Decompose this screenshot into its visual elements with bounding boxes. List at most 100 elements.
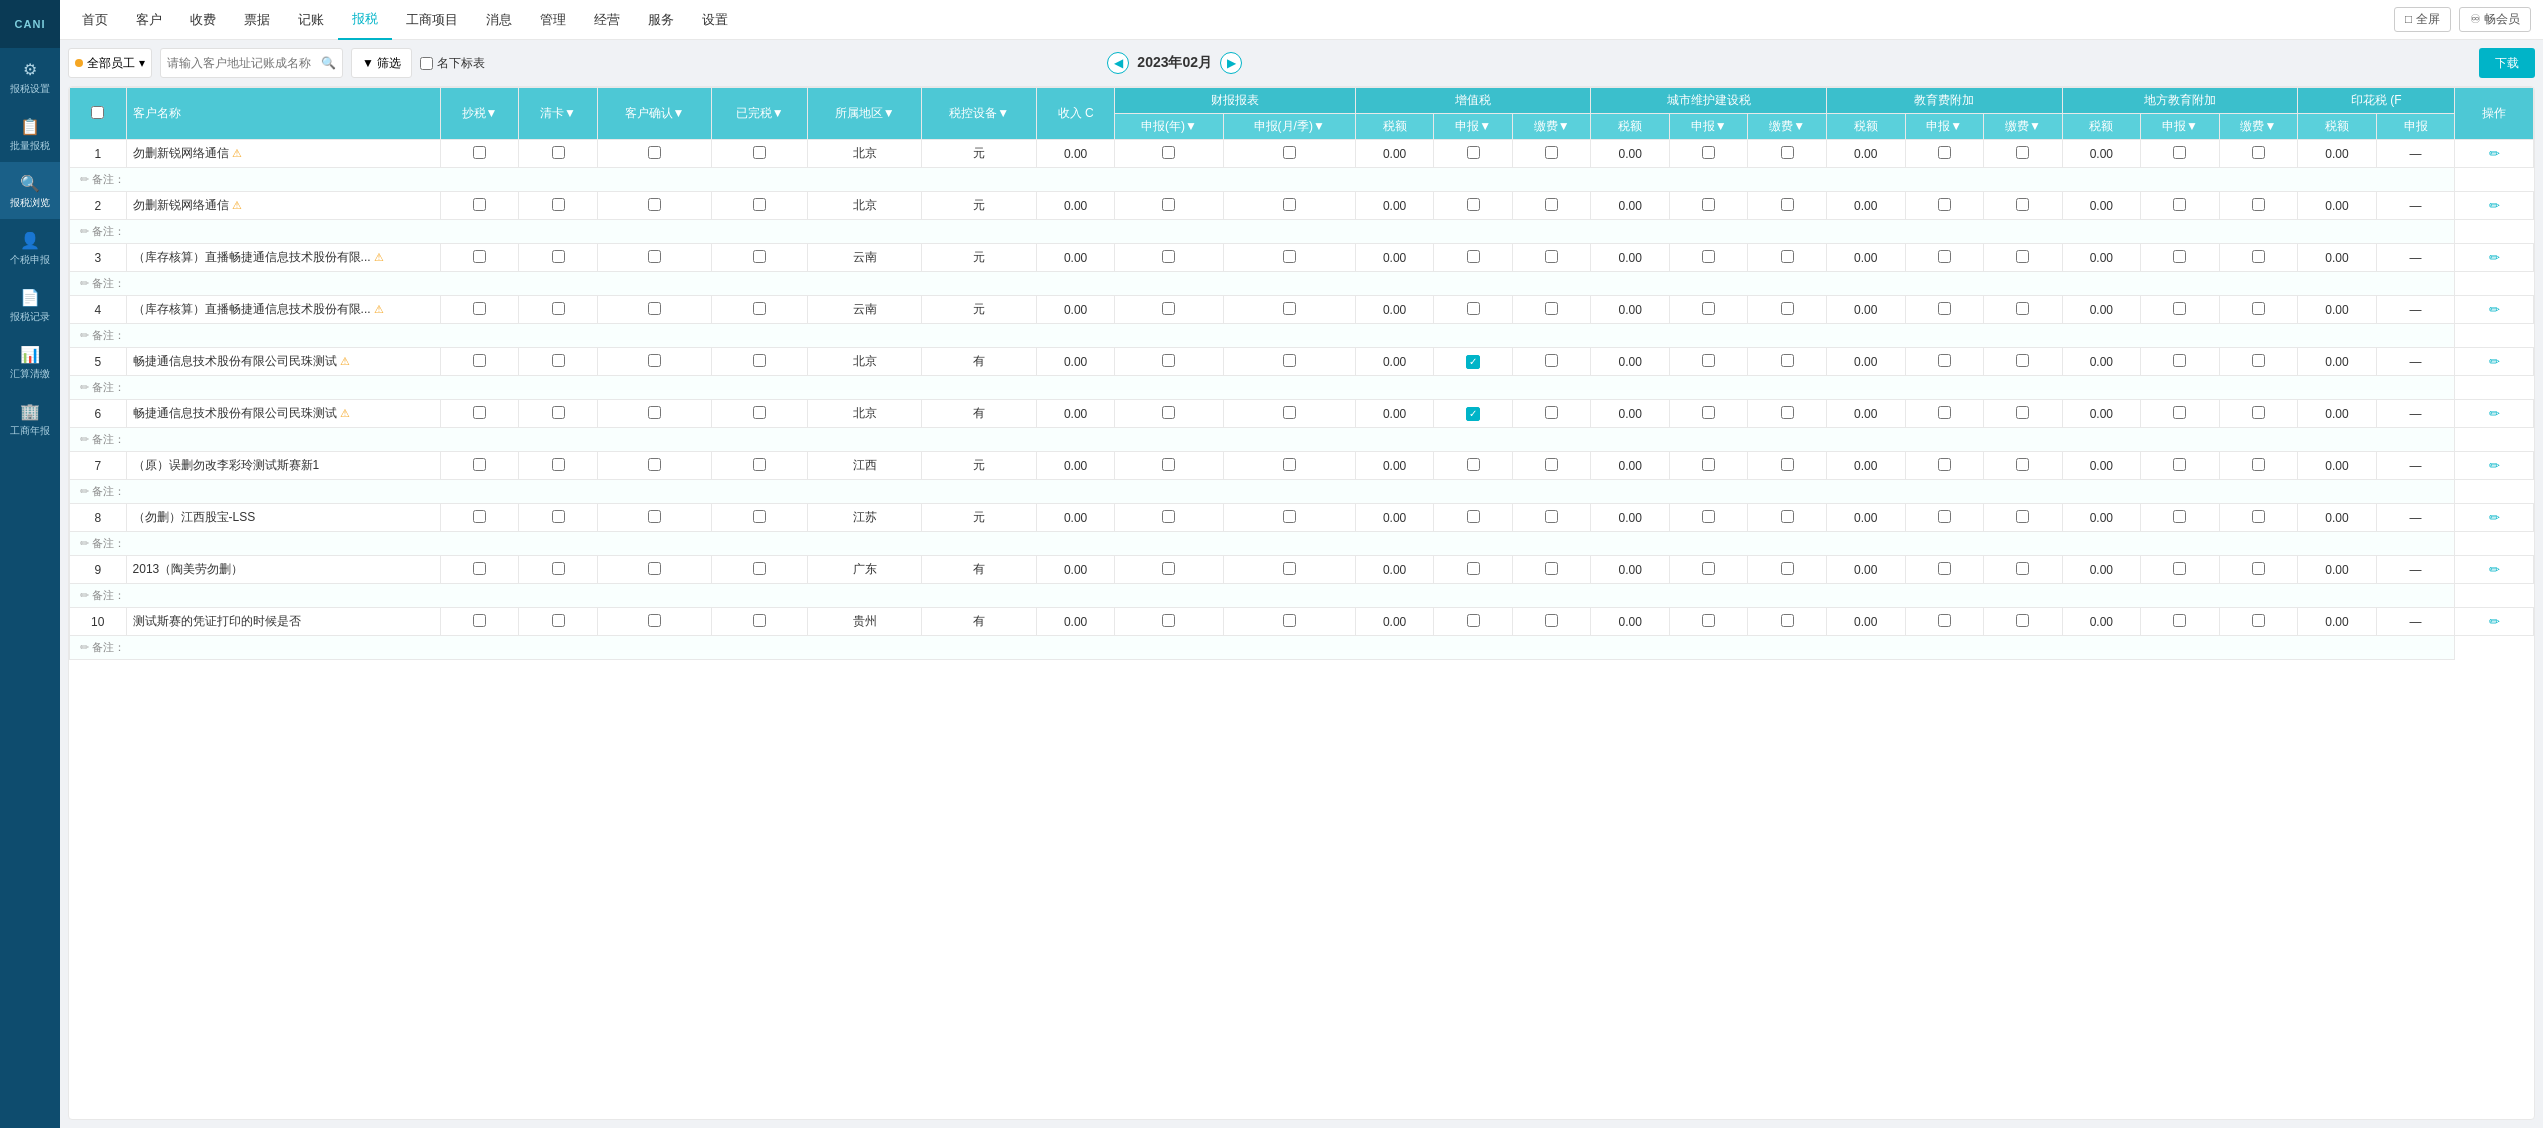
- row-qingka[interactable]: [519, 608, 598, 636]
- edu-pay-checkbox[interactable]: [2016, 250, 2029, 263]
- row-vat-apply[interactable]: [1434, 140, 1513, 168]
- financial-month-checkbox[interactable]: [1283, 146, 1296, 159]
- data-table-container[interactable]: 客户名称 抄税▼ 清卡▼ 客户确认▼ 已完税▼ 所属地区▼ 税控设备▼ 收入 C…: [68, 86, 2535, 1120]
- row-city-pay[interactable]: [1748, 556, 1827, 584]
- row-edu-apply[interactable]: [1905, 244, 1984, 272]
- edu-apply-checkbox[interactable]: [1938, 406, 1951, 419]
- row-chaoshui[interactable]: [440, 452, 519, 480]
- th-localedu-apply[interactable]: 申报▼: [2141, 114, 2220, 140]
- localedu-apply-checkbox[interactable]: [2173, 198, 2186, 211]
- th-localedu-pay[interactable]: 缴费▼: [2219, 114, 2298, 140]
- row-localedu-pay[interactable]: [2219, 296, 2298, 324]
- row-stamp-apply[interactable]: —: [2376, 140, 2455, 168]
- row-stamp-apply[interactable]: —: [2376, 192, 2455, 220]
- row-city-pay[interactable]: [1748, 504, 1827, 532]
- row-qingka[interactable]: [519, 348, 598, 376]
- th-edu-pay[interactable]: 缴费▼: [1984, 114, 2063, 140]
- localedu-pay-checkbox[interactable]: [2252, 562, 2265, 575]
- confirm-checkbox[interactable]: [648, 354, 661, 367]
- localedu-pay-checkbox[interactable]: [2252, 198, 2265, 211]
- sidebar-item-baoshuishezhi[interactable]: ⚙ 报税设置: [0, 48, 60, 105]
- localedu-pay-checkbox[interactable]: [2252, 250, 2265, 263]
- row-financial-year[interactable]: [1115, 140, 1223, 168]
- row-vat-pay[interactable]: [1512, 608, 1591, 636]
- row-confirm[interactable]: [597, 192, 711, 220]
- row-edu-pay[interactable]: [1984, 452, 2063, 480]
- confirm-checkbox[interactable]: [648, 614, 661, 627]
- row-localedu-pay[interactable]: [2219, 504, 2298, 532]
- row-completed[interactable]: [712, 244, 808, 272]
- city-apply-checkbox[interactable]: [1702, 614, 1715, 627]
- edu-apply-checkbox[interactable]: [1938, 458, 1951, 471]
- row-city-pay[interactable]: [1748, 608, 1827, 636]
- row-stamp-apply[interactable]: —: [2376, 296, 2455, 324]
- city-apply-checkbox[interactable]: [1702, 562, 1715, 575]
- fullscreen-button[interactable]: □ 全屏: [2394, 7, 2451, 32]
- row-localedu-apply[interactable]: [2141, 400, 2220, 428]
- financial-month-checkbox[interactable]: [1283, 458, 1296, 471]
- row-financial-month[interactable]: [1223, 296, 1355, 324]
- row-name[interactable]: 勿删新锐网络通信 ⚠: [126, 140, 440, 168]
- row-localedu-pay[interactable]: [2219, 244, 2298, 272]
- qingka-checkbox[interactable]: [552, 250, 565, 263]
- row-completed[interactable]: [712, 400, 808, 428]
- edu-apply-checkbox[interactable]: [1938, 510, 1951, 523]
- row-chaoshui[interactable]: [440, 504, 519, 532]
- city-apply-checkbox[interactable]: [1702, 302, 1715, 315]
- financial-year-checkbox[interactable]: [1162, 458, 1175, 471]
- financial-month-checkbox[interactable]: [1283, 354, 1296, 367]
- financial-year-checkbox[interactable]: [1162, 406, 1175, 419]
- mingxia-checkbox[interactable]: [420, 57, 433, 70]
- row-financial-month[interactable]: [1223, 348, 1355, 376]
- city-pay-checkbox[interactable]: [1781, 614, 1794, 627]
- th-financial-month[interactable]: 申报(月/季)▼: [1223, 114, 1355, 140]
- confirm-checkbox[interactable]: [648, 146, 661, 159]
- edu-apply-checkbox[interactable]: [1938, 354, 1951, 367]
- row-edu-apply[interactable]: [1905, 192, 1984, 220]
- row-confirm[interactable]: [597, 348, 711, 376]
- edu-apply-checkbox[interactable]: [1938, 614, 1951, 627]
- row-vat-apply[interactable]: [1434, 608, 1513, 636]
- edu-pay-checkbox[interactable]: [2016, 302, 2029, 315]
- vat-apply-checkbox[interactable]: [1467, 198, 1480, 211]
- row-edu-apply[interactable]: [1905, 348, 1984, 376]
- row-edu-pay[interactable]: [1984, 244, 2063, 272]
- row-completed[interactable]: [712, 348, 808, 376]
- row-city-apply[interactable]: [1669, 296, 1748, 324]
- nav-tax[interactable]: 报税: [338, 0, 392, 40]
- row-vat-apply[interactable]: [1434, 452, 1513, 480]
- edit-icon[interactable]: ✏: [2489, 510, 2500, 525]
- city-pay-checkbox[interactable]: [1781, 250, 1794, 263]
- localedu-pay-checkbox[interactable]: [2252, 406, 2265, 419]
- confirm-checkbox[interactable]: [648, 562, 661, 575]
- chaoshui-checkbox[interactable]: [473, 146, 486, 159]
- row-operations[interactable]: ✏: [2455, 504, 2534, 532]
- vat-apply-checkbox[interactable]: [1467, 250, 1480, 263]
- vat-pay-checkbox[interactable]: [1545, 614, 1558, 627]
- edu-apply-checkbox[interactable]: [1938, 250, 1951, 263]
- search-box[interactable]: 🔍: [160, 48, 343, 78]
- row-vat-pay[interactable]: [1512, 244, 1591, 272]
- financial-year-checkbox[interactable]: [1162, 354, 1175, 367]
- th-edu-apply[interactable]: 申报▼: [1905, 114, 1984, 140]
- row-city-pay[interactable]: [1748, 140, 1827, 168]
- city-pay-checkbox[interactable]: [1781, 562, 1794, 575]
- row-financial-month[interactable]: [1223, 504, 1355, 532]
- row-chaoshui[interactable]: [440, 348, 519, 376]
- row-name[interactable]: （勿删）江西股宝-LSS: [126, 504, 440, 532]
- city-apply-checkbox[interactable]: [1702, 458, 1715, 471]
- row-confirm[interactable]: [597, 556, 711, 584]
- row-city-apply[interactable]: [1669, 140, 1748, 168]
- financial-month-checkbox[interactable]: [1283, 510, 1296, 523]
- row-name[interactable]: 畅捷通信息技术股份有限公司民珠测试 ⚠: [126, 400, 440, 428]
- row-localedu-apply[interactable]: [2141, 244, 2220, 272]
- localedu-apply-checkbox[interactable]: [2173, 354, 2186, 367]
- row-edu-apply[interactable]: [1905, 140, 1984, 168]
- row-completed[interactable]: [712, 452, 808, 480]
- row-stamp-apply[interactable]: —: [2376, 452, 2455, 480]
- edu-apply-checkbox[interactable]: [1938, 146, 1951, 159]
- qingka-checkbox[interactable]: [552, 562, 565, 575]
- completed-checkbox[interactable]: [753, 614, 766, 627]
- row-vat-apply[interactable]: [1434, 556, 1513, 584]
- download-button[interactable]: 下载: [2479, 48, 2535, 78]
